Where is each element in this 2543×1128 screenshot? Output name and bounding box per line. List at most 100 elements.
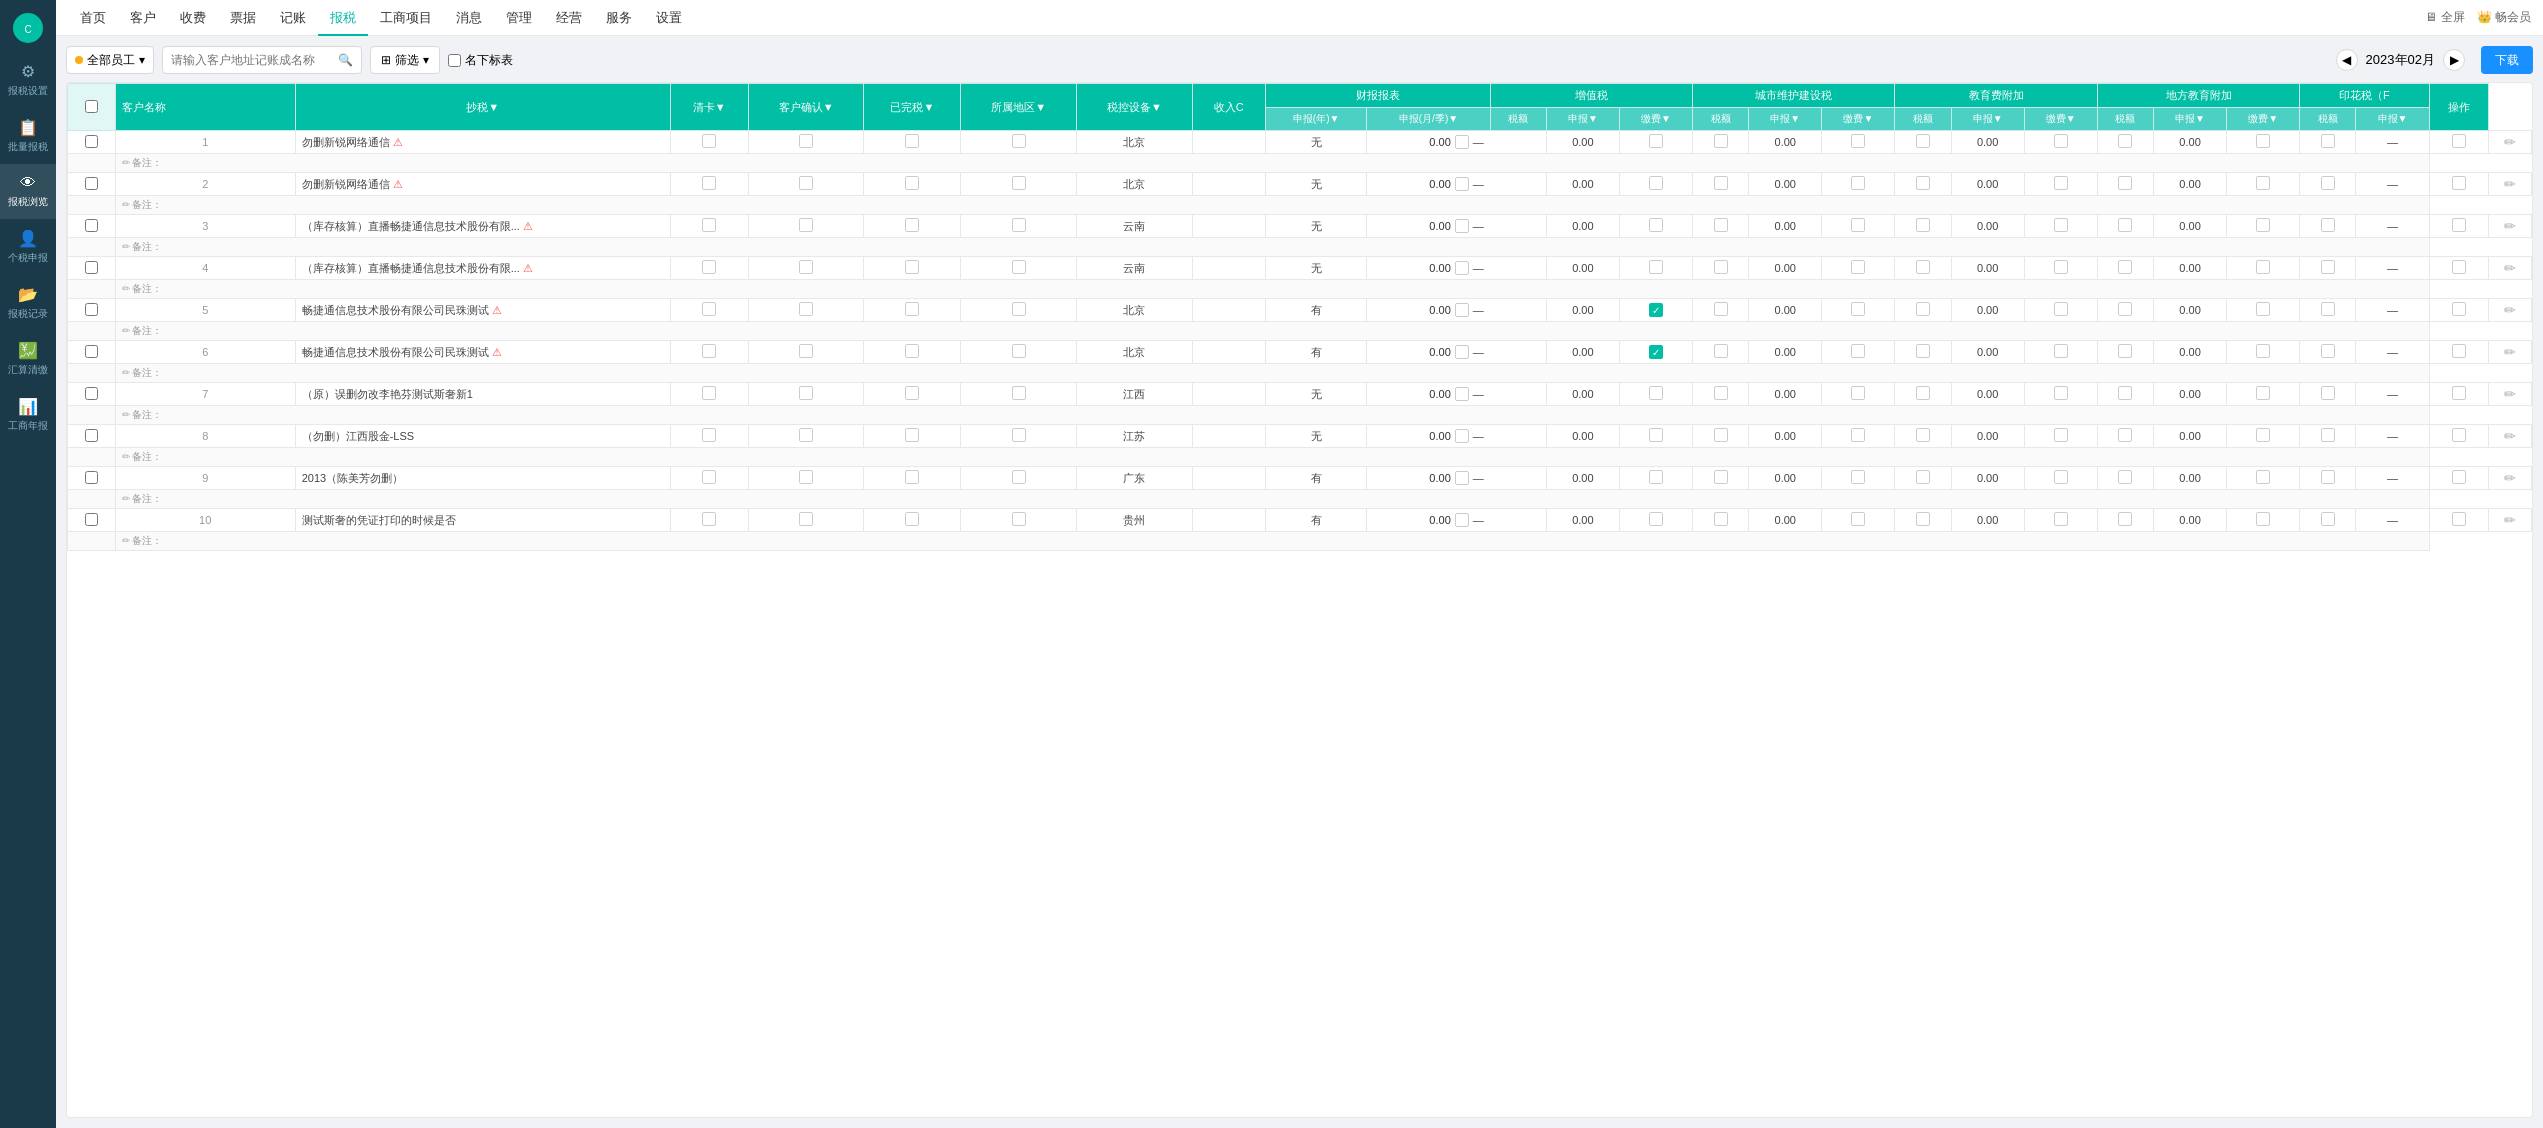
- empty-checkbox[interactable]: [2452, 260, 2466, 274]
- empty-checkbox[interactable]: [1916, 134, 1930, 148]
- row-checkbox[interactable]: [85, 387, 98, 400]
- empty-checkbox[interactable]: [2452, 134, 2466, 148]
- nav-billing[interactable]: 收费: [168, 0, 218, 36]
- empty-checkbox[interactable]: [1916, 344, 1930, 358]
- empty-checkbox[interactable]: [2256, 302, 2270, 316]
- empty-checkbox[interactable]: [2054, 344, 2068, 358]
- empty-checkbox[interactable]: [905, 134, 919, 148]
- empty-checkbox[interactable]: [905, 512, 919, 526]
- empty-checkbox[interactable]: [1851, 470, 1865, 484]
- nav-invoice[interactable]: 票据: [218, 0, 268, 36]
- edit-icon[interactable]: ✏: [2504, 512, 2516, 528]
- edit-icon[interactable]: ✏: [2504, 134, 2516, 150]
- row-checkbox[interactable]: [85, 303, 98, 316]
- empty-checkbox[interactable]: [1012, 344, 1026, 358]
- empty-checkbox[interactable]: [1012, 260, 1026, 274]
- empty-checkbox[interactable]: [2118, 134, 2132, 148]
- sidebar-item-geshuishenbao[interactable]: 👤 个税申报: [0, 219, 56, 275]
- name-list-checkbox[interactable]: 名下标表: [448, 52, 513, 69]
- empty-checkbox[interactable]: [2256, 344, 2270, 358]
- checked-checkbox[interactable]: ✓: [1649, 303, 1663, 317]
- empty-checkbox[interactable]: [2054, 428, 2068, 442]
- empty-checkbox[interactable]: [799, 512, 813, 526]
- fullscreen-btn[interactable]: 🖥 全屏: [2425, 9, 2464, 26]
- empty-checkbox[interactable]: [2321, 512, 2335, 526]
- edit-icon[interactable]: ✏: [2504, 428, 2516, 444]
- empty-checkbox[interactable]: [799, 302, 813, 316]
- empty-checkbox[interactable]: [2256, 470, 2270, 484]
- nav-bookkeeping[interactable]: 记账: [268, 0, 318, 36]
- empty-checkbox[interactable]: [2054, 302, 2068, 316]
- empty-checkbox[interactable]: [702, 302, 716, 316]
- row-checkbox[interactable]: [85, 513, 98, 526]
- empty-checkbox[interactable]: [702, 218, 716, 232]
- empty-checkbox[interactable]: [2118, 386, 2132, 400]
- empty-checkbox[interactable]: [799, 386, 813, 400]
- nav-bizproject[interactable]: 工商项目: [368, 0, 444, 36]
- empty-checkbox[interactable]: [2256, 260, 2270, 274]
- empty-checkbox[interactable]: [1714, 302, 1728, 316]
- sidebar-item-baoshuijilu[interactable]: 📂 报税记录: [0, 275, 56, 331]
- member-btn[interactable]: 👑 畅会员: [2477, 9, 2531, 26]
- empty-checkbox[interactable]: [1916, 218, 1930, 232]
- empty-checkbox[interactable]: [1714, 134, 1728, 148]
- empty-checkbox[interactable]: [1714, 218, 1728, 232]
- empty-checkbox[interactable]: [1851, 386, 1865, 400]
- search-box[interactable]: 🔍: [162, 46, 362, 74]
- empty-checkbox[interactable]: [1012, 428, 1026, 442]
- empty-checkbox[interactable]: [2118, 302, 2132, 316]
- empty-checkbox[interactable]: [1714, 260, 1728, 274]
- edit-icon[interactable]: ✏: [2504, 176, 2516, 192]
- empty-checkbox[interactable]: [702, 344, 716, 358]
- empty-checkbox[interactable]: [1649, 218, 1663, 232]
- row-checkbox[interactable]: [85, 219, 98, 232]
- empty-checkbox[interactable]: [1012, 302, 1026, 316]
- empty-checkbox[interactable]: [2054, 386, 2068, 400]
- empty-checkbox[interactable]: [2256, 134, 2270, 148]
- empty-checkbox[interactable]: [1916, 512, 1930, 526]
- nav-service[interactable]: 服务: [594, 0, 644, 36]
- empty-checkbox[interactable]: [2321, 470, 2335, 484]
- empty-checkbox[interactable]: [1455, 429, 1469, 443]
- nav-management[interactable]: 管理: [494, 0, 544, 36]
- empty-checkbox[interactable]: [702, 512, 716, 526]
- nav-message[interactable]: 消息: [444, 0, 494, 36]
- empty-checkbox[interactable]: [2054, 218, 2068, 232]
- empty-checkbox[interactable]: [1649, 260, 1663, 274]
- empty-checkbox[interactable]: [2118, 176, 2132, 190]
- nav-operation[interactable]: 经营: [544, 0, 594, 36]
- empty-checkbox[interactable]: [1851, 512, 1865, 526]
- search-input[interactable]: [171, 53, 338, 67]
- empty-checkbox[interactable]: [2452, 344, 2466, 358]
- col-action-cell[interactable]: ✏: [2489, 467, 2532, 490]
- empty-checkbox[interactable]: [2452, 428, 2466, 442]
- empty-checkbox[interactable]: [1851, 428, 1865, 442]
- empty-checkbox[interactable]: [1714, 470, 1728, 484]
- empty-checkbox[interactable]: [1012, 176, 1026, 190]
- empty-checkbox[interactable]: [1012, 512, 1026, 526]
- empty-checkbox[interactable]: [2256, 386, 2270, 400]
- empty-checkbox[interactable]: [1851, 260, 1865, 274]
- empty-checkbox[interactable]: [2452, 386, 2466, 400]
- select-all-checkbox[interactable]: [85, 100, 98, 113]
- nav-customer[interactable]: 客户: [118, 0, 168, 36]
- empty-checkbox[interactable]: [1714, 428, 1728, 442]
- empty-checkbox[interactable]: [702, 470, 716, 484]
- empty-checkbox[interactable]: [1455, 345, 1469, 359]
- nav-tax[interactable]: 报税: [318, 0, 368, 36]
- empty-checkbox[interactable]: [1455, 513, 1469, 527]
- empty-checkbox[interactable]: [1714, 386, 1728, 400]
- nav-home[interactable]: 首页: [68, 0, 118, 36]
- empty-checkbox[interactable]: [702, 260, 716, 274]
- empty-checkbox[interactable]: [1012, 470, 1026, 484]
- empty-checkbox[interactable]: [799, 260, 813, 274]
- filter-button[interactable]: ⊞ 筛选 ▾: [370, 46, 440, 74]
- empty-checkbox[interactable]: [2054, 134, 2068, 148]
- col-action-cell[interactable]: ✏: [2489, 509, 2532, 532]
- empty-checkbox[interactable]: [2118, 260, 2132, 274]
- empty-checkbox[interactable]: [905, 386, 919, 400]
- empty-checkbox[interactable]: [2118, 428, 2132, 442]
- empty-checkbox[interactable]: [1455, 135, 1469, 149]
- empty-checkbox[interactable]: [1012, 386, 1026, 400]
- empty-checkbox[interactable]: [1916, 260, 1930, 274]
